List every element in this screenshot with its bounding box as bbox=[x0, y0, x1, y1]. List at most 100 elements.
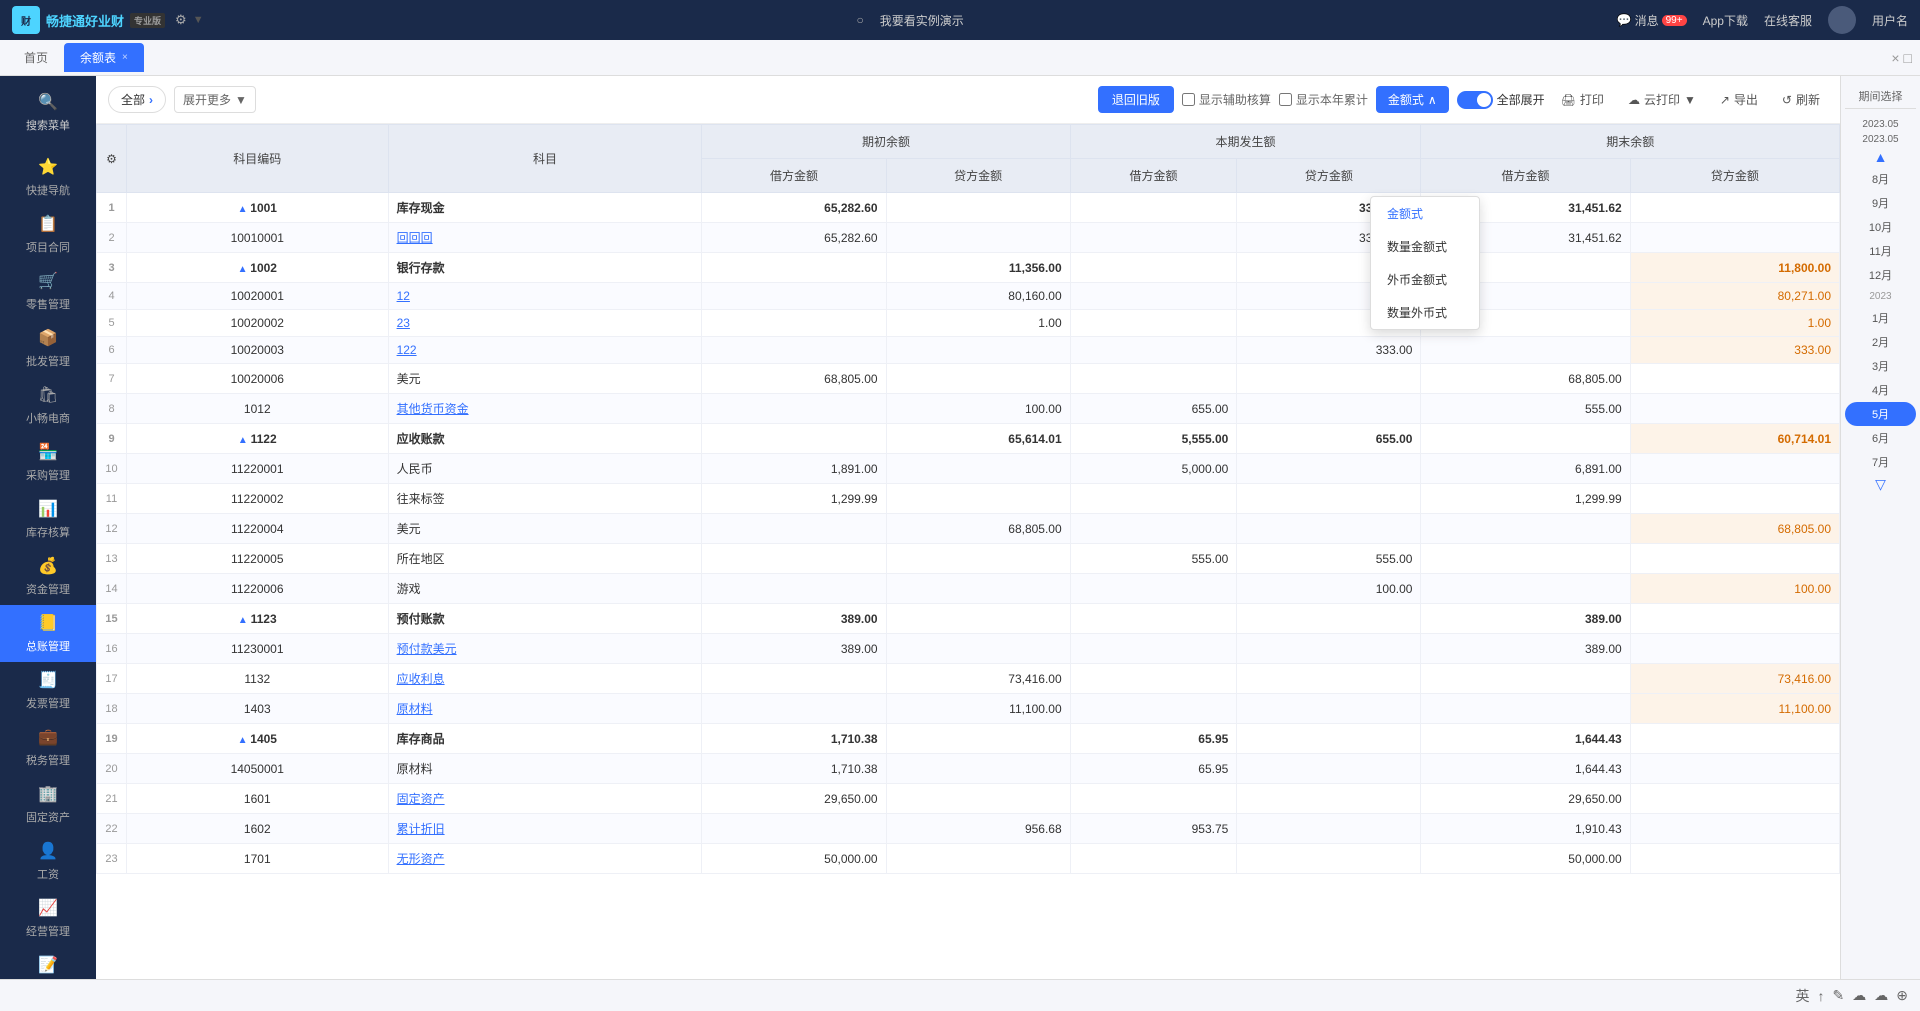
current-debit-header: 借方金额 bbox=[1070, 159, 1237, 193]
subject-cell[interactable]: 122 bbox=[388, 337, 702, 364]
curr_debit-cell bbox=[1070, 514, 1237, 544]
amount-mode-button[interactable]: 金额式 ∧ bbox=[1376, 86, 1449, 113]
sidebar-item-retail[interactable]: 🛒 零售管理 bbox=[0, 263, 96, 320]
sidebar-item-fixed-assets[interactable]: 🏢 固定资产 bbox=[0, 776, 96, 833]
dropdown-arrow[interactable]: ▼ bbox=[193, 14, 204, 26]
sidebar-item-capital[interactable]: 💰 资金管理 bbox=[0, 548, 96, 605]
window-maximize[interactable]: □ bbox=[1904, 50, 1912, 66]
qty-amount-style-option[interactable]: 数量金额式 bbox=[1371, 230, 1479, 263]
app-logo: 财 畅捷通好业财 专业版 bbox=[12, 6, 165, 34]
show-ytd-checkbox[interactable]: 显示本年累计 bbox=[1279, 91, 1368, 108]
subject-cell: 预付账款 bbox=[388, 604, 702, 634]
curr_debit-cell bbox=[1070, 784, 1237, 814]
subject-cell[interactable]: 固定资产 bbox=[388, 784, 702, 814]
settings-col-header[interactable]: ⚙ bbox=[97, 125, 127, 193]
month-7[interactable]: 7月 bbox=[1845, 450, 1916, 474]
refresh-button[interactable]: ↺ 刷新 bbox=[1774, 87, 1828, 112]
subject-cell[interactable]: 23 bbox=[388, 310, 702, 337]
cloud-icon-1[interactable]: ☁ bbox=[1852, 987, 1866, 1004]
expand-icon[interactable]: ▲ bbox=[238, 735, 251, 746]
upload-icon[interactable]: ↑ bbox=[1818, 988, 1825, 1004]
sidebar-item-wholesale[interactable]: 📦 批发管理 bbox=[0, 320, 96, 377]
auxiliary-checkbox-input[interactable] bbox=[1182, 93, 1195, 106]
edit-icon[interactable]: ✎ bbox=[1833, 987, 1845, 1004]
month-8[interactable]: 8月 bbox=[1845, 167, 1916, 191]
month-1[interactable]: 1月 bbox=[1845, 306, 1916, 330]
sidebar-item-purchase[interactable]: 🏪 采购管理 bbox=[0, 434, 96, 491]
message-icon[interactable]: 💬 消息 99+ bbox=[1617, 12, 1687, 29]
tab-balance[interactable]: 余额表 × bbox=[64, 43, 144, 72]
sidebar-item-ops[interactable]: 📈 经营管理 bbox=[0, 890, 96, 947]
month-6[interactable]: 6月 bbox=[1845, 426, 1916, 450]
curr_debit-cell bbox=[1070, 574, 1237, 604]
tab-home[interactable]: 首页 bbox=[8, 43, 64, 72]
subject-code-cell: 11230001 bbox=[127, 634, 389, 664]
period-up-arrow[interactable]: ▲ bbox=[1845, 147, 1916, 167]
month-5[interactable]: 5月 bbox=[1845, 402, 1916, 426]
foreign-amount-style-option[interactable]: 外币金额式 bbox=[1371, 263, 1479, 296]
open_debit-cell bbox=[702, 310, 886, 337]
sidebar-item-ecommerce[interactable]: 🛍 小畅电商 bbox=[0, 377, 96, 434]
year-2023-label: 2023 bbox=[1845, 287, 1916, 306]
row-number: 11 bbox=[97, 484, 127, 514]
open_credit-cell: 11,356.00 bbox=[886, 253, 1070, 283]
add-icon[interactable]: ⊕ bbox=[1896, 987, 1908, 1004]
sidebar-item-salary[interactable]: 👤 工资 bbox=[0, 833, 96, 890]
sidebar-item-sales-report[interactable]: 📝 小畅报销 bbox=[0, 947, 96, 979]
sidebar-item-quick-nav[interactable]: ⭐ 快捷导航 bbox=[0, 149, 96, 206]
month-9[interactable]: 9月 bbox=[1845, 191, 1916, 215]
user-avatar[interactable] bbox=[1828, 6, 1856, 34]
cloud-print-button[interactable]: ☁ 云打印 ▼ bbox=[1620, 87, 1704, 112]
expand-icon[interactable]: ▲ bbox=[238, 204, 251, 215]
tab-close-button[interactable]: × bbox=[122, 52, 128, 63]
subject-code-cell: 10020001 bbox=[127, 283, 389, 310]
month-3[interactable]: 3月 bbox=[1845, 354, 1916, 378]
show-auxiliary-checkbox[interactable]: 显示辅助核算 bbox=[1182, 91, 1271, 108]
month-11[interactable]: 11月 bbox=[1845, 239, 1916, 263]
subject-cell[interactable]: 回回回 bbox=[388, 223, 702, 253]
close_credit-cell bbox=[1630, 544, 1839, 574]
month-2[interactable]: 2月 bbox=[1845, 330, 1916, 354]
sidebar-item-tax[interactable]: 💼 税务管理 bbox=[0, 719, 96, 776]
cloud-icon-2[interactable]: ☁ bbox=[1874, 987, 1888, 1004]
sidebar-search[interactable]: 🔍 搜索菜单 bbox=[26, 84, 70, 141]
window-minimize[interactable]: × bbox=[1891, 50, 1899, 66]
subject-cell[interactable]: 无形资产 bbox=[388, 844, 702, 874]
sidebar-item-ledger[interactable]: 📒 总账管理 bbox=[0, 605, 96, 662]
expand-all-toggle[interactable]: 全部展开 bbox=[1457, 91, 1545, 109]
qty-foreign-style-option[interactable]: 数量外币式 bbox=[1371, 296, 1479, 329]
row-number: 15 bbox=[97, 604, 127, 634]
month-12[interactable]: 12月 bbox=[1845, 263, 1916, 287]
ytd-checkbox-input[interactable] bbox=[1279, 93, 1292, 106]
return-old-version-button[interactable]: 退回旧版 bbox=[1098, 86, 1174, 113]
sidebar-item-invoice[interactable]: 🧾 发票管理 bbox=[0, 662, 96, 719]
demo-link[interactable]: 我要看实例演示 bbox=[880, 12, 964, 29]
expand-icon[interactable]: ▲ bbox=[238, 615, 251, 626]
expand-icon[interactable]: ▲ bbox=[238, 435, 251, 446]
period-down-arrow[interactable]: ▽ bbox=[1845, 474, 1916, 495]
month-4[interactable]: 4月 bbox=[1845, 378, 1916, 402]
subject-cell[interactable]: 12 bbox=[388, 283, 702, 310]
sidebar-item-project-contract[interactable]: 📋 项目合同 bbox=[0, 206, 96, 263]
subject-cell[interactable]: 预付款美元 bbox=[388, 634, 702, 664]
row-number: 19 bbox=[97, 724, 127, 754]
sidebar-item-inventory[interactable]: 📊 库存核算 bbox=[0, 491, 96, 548]
amount-style-option[interactable]: 金额式 bbox=[1371, 197, 1479, 230]
month-10[interactable]: 10月 bbox=[1845, 215, 1916, 239]
subject-code-cell: 11220001 bbox=[127, 454, 389, 484]
expand-more-button[interactable]: 展开更多 ▼ bbox=[174, 86, 256, 113]
app-download[interactable]: App下载 bbox=[1703, 12, 1748, 29]
online-service[interactable]: 在线客服 bbox=[1764, 12, 1812, 29]
print-button[interactable]: 🖨 打印 bbox=[1553, 87, 1612, 112]
subject-cell[interactable]: 原材料 bbox=[388, 694, 702, 724]
expand-icon[interactable]: ▲ bbox=[238, 264, 251, 275]
username[interactable]: 用户名 bbox=[1872, 12, 1908, 29]
subject-cell[interactable]: 其他货币资金 bbox=[388, 394, 702, 424]
export-button[interactable]: ↗ 导出 bbox=[1712, 87, 1766, 112]
subject-cell[interactable]: 应收利息 bbox=[388, 664, 702, 694]
toggle-switch[interactable] bbox=[1457, 91, 1493, 109]
all-filter-button[interactable]: 全部 › bbox=[108, 86, 166, 113]
subject-cell[interactable]: 累计折旧 bbox=[388, 814, 702, 844]
lang-icon[interactable]: 英 bbox=[1796, 986, 1810, 1006]
open_credit-cell bbox=[886, 634, 1070, 664]
